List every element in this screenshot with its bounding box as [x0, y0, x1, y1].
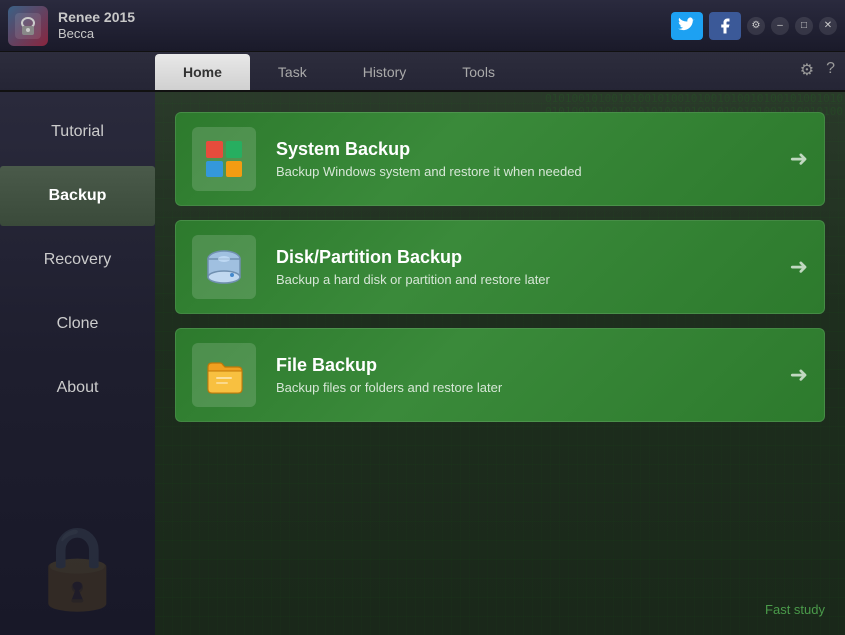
sidebar-item-about[interactable]: About: [0, 358, 155, 418]
system-backup-title: System Backup: [276, 139, 780, 160]
disk-backup-arrow: ➜: [790, 254, 808, 280]
file-backup-card[interactable]: File Backup Backup files or folders and …: [175, 328, 825, 422]
disk-backup-card[interactable]: Disk/Partition Backup Backup a hard disk…: [175, 220, 825, 314]
file-backup-arrow: ➜: [790, 362, 808, 388]
system-backup-arrow: ➜: [790, 146, 808, 172]
settings-icon[interactable]: ⚙: [798, 58, 816, 82]
title-bar: Renee 2015 Becca ⚙ – □ ✕: [0, 0, 845, 52]
sidebar-item-recovery[interactable]: Recovery: [0, 230, 155, 290]
file-backup-title: File Backup: [276, 355, 780, 376]
main-layout: 🔒 Tutorial Backup Recovery Clone About 0…: [0, 92, 845, 635]
sidebar: 🔒 Tutorial Backup Recovery Clone About: [0, 92, 155, 635]
facebook-button[interactable]: [709, 12, 741, 40]
maximize-button[interactable]: □: [795, 17, 813, 35]
disk-backup-title: Disk/Partition Backup: [276, 247, 780, 268]
close-button[interactable]: ✕: [819, 17, 837, 35]
file-backup-icon: [192, 343, 256, 407]
sidebar-watermark: 🔒: [28, 521, 128, 615]
file-backup-text: File Backup Backup files or folders and …: [276, 355, 780, 395]
tabs-bar: Home Task History Tools ⚙ ?: [0, 52, 845, 92]
tabs-bar-controls: ⚙ ?: [798, 58, 837, 82]
sidebar-item-clone[interactable]: Clone: [0, 294, 155, 354]
social-buttons: ⚙ – □ ✕: [671, 12, 837, 40]
tab-task[interactable]: Task: [250, 54, 335, 90]
content-area: 0101001010010100101001010010100101001010…: [155, 92, 845, 635]
app-logo: [8, 6, 48, 46]
minimize-button[interactable]: –: [771, 17, 789, 35]
tab-tools[interactable]: Tools: [434, 54, 523, 90]
system-backup-icon: [192, 127, 256, 191]
disk-backup-text: Disk/Partition Backup Backup a hard disk…: [276, 247, 780, 287]
help-icon[interactable]: ?: [824, 58, 837, 82]
settings-button[interactable]: ⚙: [747, 17, 765, 35]
disk-backup-icon: [192, 235, 256, 299]
system-backup-text: System Backup Backup Windows system and …: [276, 139, 780, 179]
disk-backup-desc: Backup a hard disk or partition and rest…: [276, 272, 780, 287]
sidebar-item-tutorial[interactable]: Tutorial: [0, 102, 155, 162]
sidebar-item-backup[interactable]: Backup: [0, 166, 155, 226]
system-backup-card[interactable]: System Backup Backup Windows system and …: [175, 112, 825, 206]
file-backup-desc: Backup files or folders and restore late…: [276, 380, 780, 395]
fast-study-link[interactable]: Fast study: [765, 602, 825, 617]
tab-history[interactable]: History: [335, 54, 435, 90]
tab-home[interactable]: Home: [155, 54, 250, 90]
system-backup-desc: Backup Windows system and restore it whe…: [276, 164, 780, 179]
twitter-button[interactable]: [671, 12, 703, 40]
app-title: Renee 2015 Becca: [58, 8, 135, 43]
